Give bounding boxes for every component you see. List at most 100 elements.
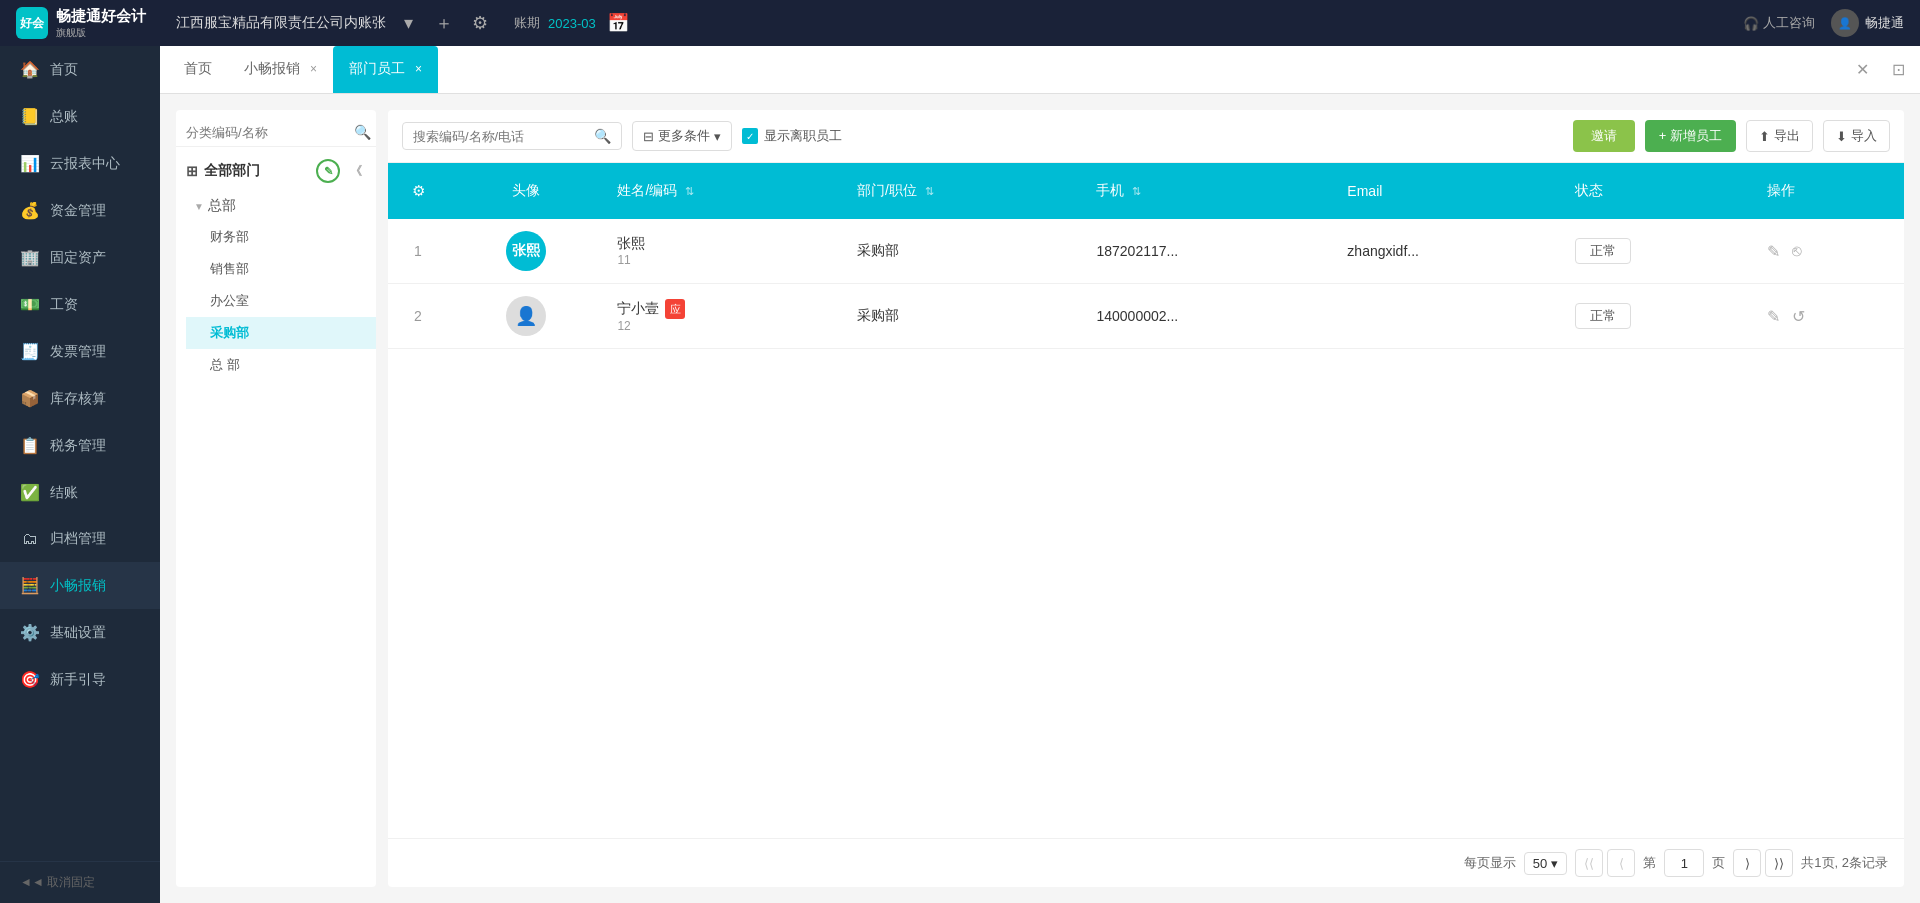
dept-search-input[interactable]: [186, 125, 354, 140]
employee-code: 11: [617, 253, 829, 267]
cell-phone: 187202117...: [1082, 219, 1333, 284]
dept-office[interactable]: 办公室: [186, 285, 376, 317]
sidebar-item-home[interactable]: 🏠 首页: [0, 46, 160, 93]
user-avatar: 👤: [1831, 9, 1859, 37]
cell-dept: 采购部: [843, 284, 1083, 349]
dropdown-company-btn[interactable]: ▾: [394, 9, 422, 37]
dept-hq-label: 总部: [208, 197, 236, 215]
user-area[interactable]: 👤 畅捷通: [1831, 9, 1904, 37]
table-col-email: Email: [1333, 163, 1561, 219]
sidebar-label-closing: 结账: [50, 484, 78, 502]
closing-icon: ✅: [20, 483, 40, 502]
unpin-sidebar-btn[interactable]: ◄◄ 取消固定: [0, 861, 160, 903]
show-resigned-checkbox[interactable]: ✓ 显示离职员工: [742, 127, 842, 145]
support-btn[interactable]: 🎧 人工咨询: [1743, 14, 1815, 32]
tag-badge: 应: [665, 299, 685, 319]
cell-phone: 140000002...: [1082, 284, 1333, 349]
sidebar-item-archive[interactable]: 🗂 归档管理: [0, 516, 160, 562]
cell-num: 2: [388, 284, 448, 349]
page-prev-btn[interactable]: ⟨: [1607, 849, 1635, 877]
page-input[interactable]: [1664, 849, 1704, 877]
settings-btn[interactable]: ⚙: [466, 9, 494, 37]
status-badge: 正常: [1575, 238, 1631, 264]
settings-sidebar-icon: ⚙️: [20, 623, 40, 642]
employee-search-input[interactable]: [413, 129, 588, 144]
tab-expense[interactable]: 小畅报销 ×: [228, 46, 333, 93]
sidebar-item-closing[interactable]: ✅ 结账: [0, 469, 160, 516]
sidebar-item-guide[interactable]: 🎯 新手引导: [0, 656, 160, 703]
export-btn[interactable]: ⬆ 导出: [1746, 120, 1813, 152]
table-header-row: ⚙ 头像 姓名/编码 ⇅ 部门/职位 ⇅: [388, 163, 1904, 219]
dept-all-btn[interactable]: ⊞ 全部部门 ✎ 《: [176, 151, 376, 191]
sidebar-label-settings: 基础设置: [50, 624, 106, 642]
sidebar-item-tax[interactable]: 📋 税务管理: [0, 422, 160, 469]
table-col-dept[interactable]: 部门/职位 ⇅: [843, 163, 1083, 219]
top-bar: 好会 畅捷通好会计 旗舰版 江西服宝精品有限责任公司内账张 ▾ ＋ ⚙ 账期 2…: [0, 0, 1920, 46]
sidebar-item-reports[interactable]: 📊 云报表中心: [0, 140, 160, 187]
dept-search-icon[interactable]: 🔍: [354, 124, 371, 140]
sidebar-label-reports: 云报表中心: [50, 155, 120, 173]
tab-expense-close[interactable]: ×: [310, 62, 317, 76]
table-col-avatar: 头像: [448, 163, 603, 219]
sidebar-label-expense: 小畅报销: [50, 577, 106, 595]
period-value: 2023-03: [548, 16, 596, 31]
sidebar: 🏠 首页 📒 总账 📊 云报表中心 💰 资金管理 🏢 固定资产 💵 工资 🧾 发…: [0, 46, 160, 903]
dept-value: 采购部: [857, 307, 899, 323]
dept-collapse-btn[interactable]: 《: [346, 161, 366, 181]
filter-label: 更多条件: [658, 127, 710, 145]
table-col-phone[interactable]: 手机 ⇅: [1082, 163, 1333, 219]
search-icon[interactable]: 🔍: [594, 128, 611, 144]
export-label: 导出: [1774, 127, 1800, 145]
email-value: zhangxidf...: [1347, 243, 1419, 259]
tab-dept-close[interactable]: ×: [415, 62, 422, 76]
dept-general[interactable]: 总 部: [186, 349, 376, 381]
dept-purchase[interactable]: 采购部: [186, 317, 376, 349]
dept-edit-btn[interactable]: ✎: [316, 159, 340, 183]
employee-name: 宁小壹应: [617, 299, 829, 319]
dept-finance[interactable]: 财务部: [186, 221, 376, 253]
delete-action-btn[interactable]: ⎋: [1792, 242, 1802, 260]
tab-dept-employee[interactable]: 部门员工 ×: [333, 46, 438, 93]
add-btn[interactable]: ＋: [430, 9, 458, 37]
edit-action-btn[interactable]: ✎: [1767, 242, 1780, 261]
page-last-btn[interactable]: ⟩⟩: [1765, 849, 1793, 877]
table-col-name[interactable]: 姓名/编码 ⇅: [603, 163, 843, 219]
logo-icon: 好会: [16, 7, 48, 39]
add-employee-btn[interactable]: + 新增员工: [1645, 120, 1736, 152]
table-settings-icon[interactable]: ⚙: [402, 175, 434, 207]
cell-avatar: 👤: [448, 284, 603, 349]
sidebar-item-expense[interactable]: 🧮 小畅报销: [0, 562, 160, 609]
calendar-btn[interactable]: 📅: [604, 9, 632, 37]
tab-home[interactable]: 首页: [168, 46, 228, 93]
import-btn[interactable]: ⬇ 导入: [1823, 120, 1890, 152]
filter-btn[interactable]: ⊟ 更多条件 ▾: [632, 121, 732, 151]
sidebar-item-settings[interactable]: ⚙️ 基础设置: [0, 609, 160, 656]
sidebar-item-salary[interactable]: 💵 工资: [0, 281, 160, 328]
maximize-btn[interactable]: ⊡: [1884, 56, 1912, 84]
sidebar-item-funds[interactable]: 💰 资金管理: [0, 187, 160, 234]
tab-expense-label: 小畅报销: [244, 60, 300, 78]
top-right: 🎧 人工咨询 👤 畅捷通: [1743, 9, 1904, 37]
sidebar-item-assets[interactable]: 🏢 固定资产: [0, 234, 160, 281]
page-next-btn[interactable]: ⟩: [1733, 849, 1761, 877]
avatar: 张熙: [506, 231, 546, 271]
employee-name: 张熙: [617, 235, 829, 253]
employee-panel: 🔍 ⊟ 更多条件 ▾ ✓ 显示离职员工 邀请 + 新增: [388, 110, 1904, 887]
edit-action-btn[interactable]: ✎: [1767, 307, 1780, 326]
dept-sales[interactable]: 销售部: [186, 253, 376, 285]
table-col-settings: ⚙: [388, 163, 448, 219]
add-employee-label: + 新增员工: [1659, 127, 1722, 145]
table-col-actions: 操作: [1753, 163, 1904, 219]
delete-action-btn[interactable]: ↺: [1792, 307, 1805, 326]
sidebar-label-tax: 税务管理: [50, 437, 106, 455]
close-window-btn[interactable]: ✕: [1848, 56, 1876, 84]
page-size-select[interactable]: 50 ▾: [1524, 852, 1567, 875]
support-label: 人工咨询: [1763, 14, 1815, 32]
invite-btn[interactable]: 邀请: [1573, 120, 1635, 152]
sidebar-item-ledger[interactable]: 📒 总账: [0, 93, 160, 140]
dept-hq-header[interactable]: ▼ 总部: [186, 191, 376, 221]
sidebar-item-invoice[interactable]: 🧾 发票管理: [0, 328, 160, 375]
sidebar-item-inventory[interactable]: 📦 库存核算: [0, 375, 160, 422]
page-first-btn[interactable]: ⟨⟨: [1575, 849, 1603, 877]
employee-code: 12: [617, 319, 829, 333]
